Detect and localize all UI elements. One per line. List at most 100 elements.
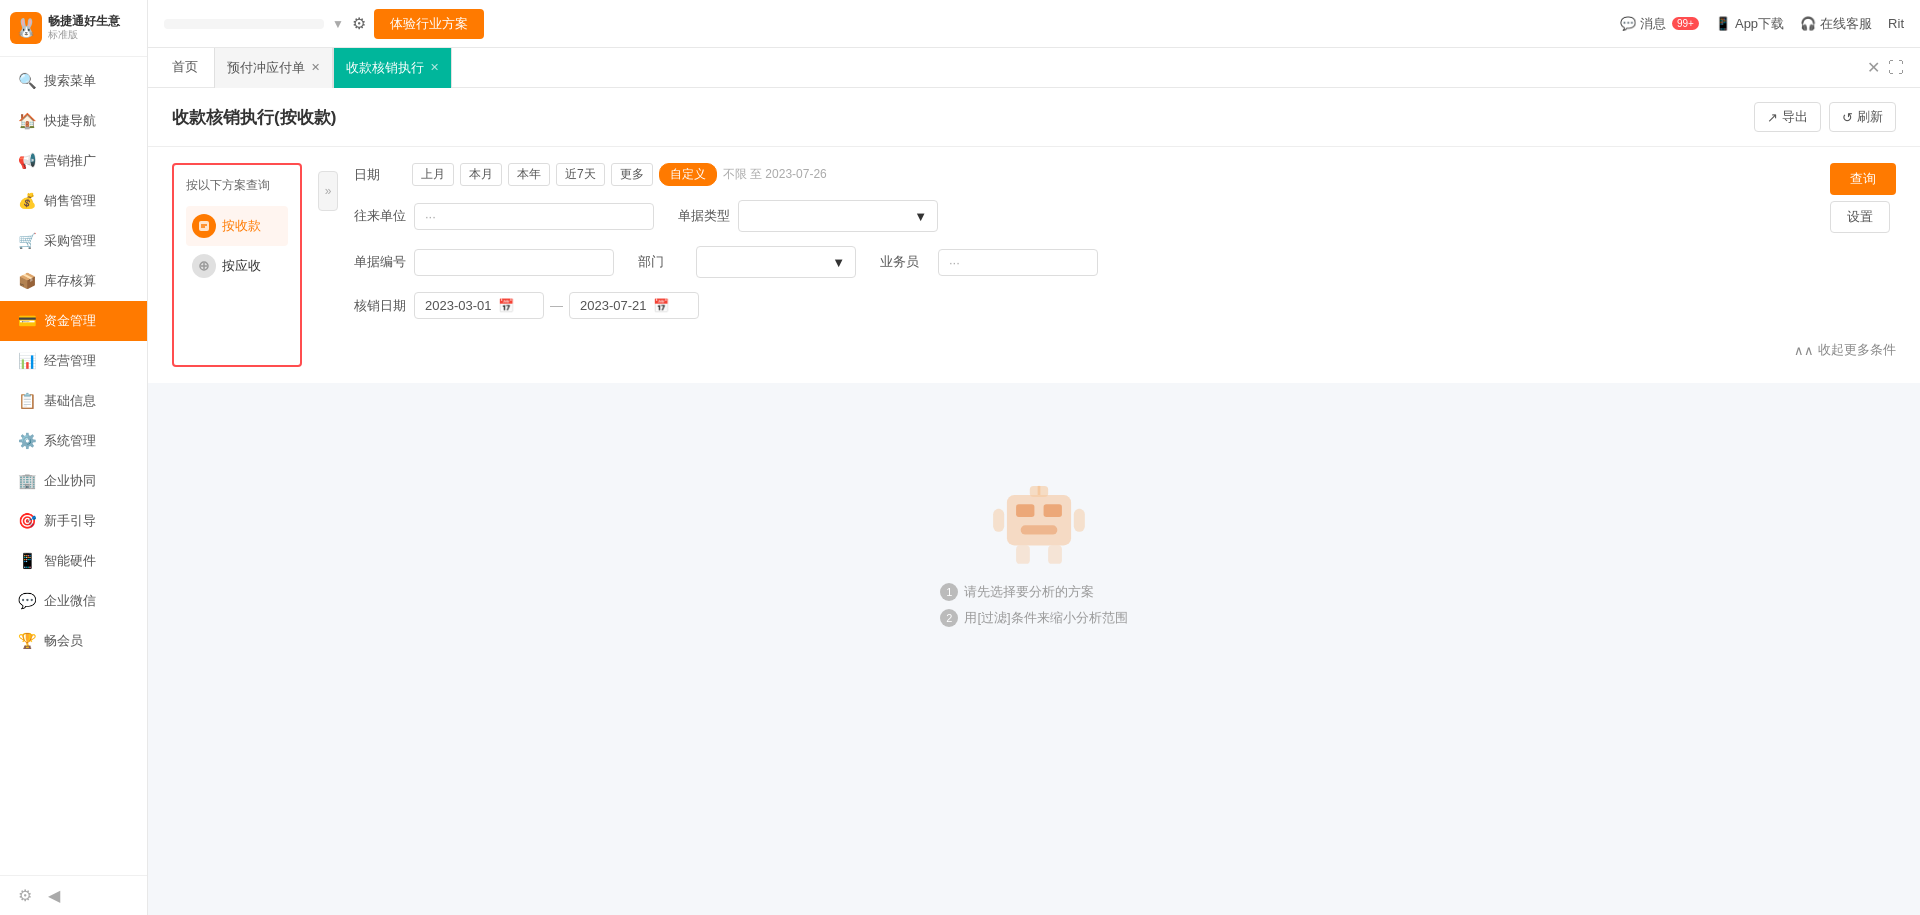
- sidebar-item-label: 经营管理: [44, 352, 96, 370]
- sidebar-item-label: 企业协同: [44, 472, 96, 490]
- filter-actions-right: 查询 设置: [1830, 163, 1896, 233]
- tab-expand-icon[interactable]: ⛶: [1888, 59, 1904, 77]
- user-avatar[interactable]: Rit: [1888, 16, 1904, 31]
- receivable-icon-circle: [192, 254, 216, 278]
- bill-type-label: 单据类型: [678, 207, 730, 225]
- filter-row-billno: 单据编号 部门 ▼ 业务员: [354, 246, 1814, 278]
- basic-icon: 📋: [18, 392, 36, 410]
- settings-icon[interactable]: ⚙: [18, 886, 32, 905]
- svg-rect-8: [1044, 504, 1062, 517]
- verify-date-start-input[interactable]: 2023-03-01 📅: [414, 292, 544, 319]
- empty-state: 1 请先选择要分析的方案 2 用[过滤]条件来缩小分析范围: [148, 383, 1920, 711]
- sidebar-item-inventory[interactable]: 📦 库存核算: [0, 261, 147, 301]
- sidebar-item-search-menu[interactable]: 🔍 搜索菜单: [0, 61, 147, 101]
- date-btn-this-year[interactable]: 本年: [508, 163, 550, 186]
- filter-by-receipt[interactable]: 按收款: [186, 206, 288, 246]
- tab-close-all-icon[interactable]: ✕: [1867, 58, 1880, 77]
- export-button[interactable]: ↗ 导出: [1754, 102, 1821, 132]
- collapse-sidebar-icon[interactable]: ◀: [48, 886, 60, 905]
- filter-field-counterpart: 往来单位 ···: [354, 203, 654, 230]
- bill-type-dropdown-icon: ▼: [914, 209, 927, 224]
- bill-no-input[interactable]: [414, 249, 614, 276]
- sidebar-item-label: 畅会员: [44, 632, 83, 650]
- app-download-button[interactable]: 📱 App下载: [1715, 15, 1784, 33]
- app-download-label: App下载: [1735, 15, 1784, 33]
- date-btn-more[interactable]: 更多: [611, 163, 653, 186]
- sidebar-item-member[interactable]: 🏆 畅会员: [0, 621, 147, 661]
- sidebar-item-finance[interactable]: 💳 资金管理: [0, 301, 147, 341]
- finance-icon: 💳: [18, 312, 36, 330]
- refresh-icon: ↺: [1842, 110, 1853, 125]
- topbar-search-placeholder[interactable]: [164, 19, 324, 29]
- svg-rect-7: [1016, 504, 1034, 517]
- sidebar-item-basic[interactable]: 📋 基础信息: [0, 381, 147, 421]
- tab-collection-close-icon[interactable]: ✕: [430, 61, 439, 74]
- industry-solution-button[interactable]: 体验行业方案: [374, 9, 484, 39]
- sidebar-item-quick-nav[interactable]: 🏠 快捷导航: [0, 101, 147, 141]
- filter-field-dept: 部门 ▼: [638, 246, 856, 278]
- logo-text: 畅捷通好生意 标准版: [48, 14, 120, 42]
- filter-field-staff: 业务员 ···: [880, 249, 1098, 276]
- sidebar-item-label: 营销推广: [44, 152, 96, 170]
- sidebar-item-system[interactable]: ⚙️ 系统管理: [0, 421, 147, 461]
- verify-date-end-input[interactable]: 2023-07-21 📅: [569, 292, 699, 319]
- sidebar-item-wechat[interactable]: 💬 企业微信: [0, 581, 147, 621]
- svg-rect-9: [1021, 525, 1058, 534]
- date-buttons: 上月 本月 本年 近7天 更多 自定义 不限 至 2023-07-26: [412, 163, 827, 186]
- logo-icon: 🐰: [10, 12, 42, 44]
- topbar: ▼ ⚙ 体验行业方案 💬 消息 99+ 📱 App下载 🎧 在线客服 Rit: [148, 0, 1920, 48]
- setting-button[interactable]: 设置: [1830, 201, 1890, 233]
- svg-rect-14: [1016, 546, 1030, 564]
- sidebar-item-label: 库存核算: [44, 272, 96, 290]
- filter-area: 按以下方案查询 按收款: [148, 147, 1920, 383]
- collapse-left-panel-button[interactable]: »: [318, 171, 338, 211]
- dept-select[interactable]: ▼: [696, 246, 856, 278]
- sidebar-logo: 🐰 畅捷通好生意 标准版: [0, 0, 147, 57]
- sidebar-bottom: ⚙ ◀: [0, 875, 147, 915]
- sidebar-item-sales[interactable]: 💰 销售管理: [0, 181, 147, 221]
- sidebar-item-purchase[interactable]: 🛒 采购管理: [0, 221, 147, 261]
- search-menu-icon: 🔍: [18, 72, 36, 90]
- counterpart-input[interactable]: ···: [414, 203, 654, 230]
- svg-rect-6: [1007, 495, 1071, 545]
- sidebar-item-guide[interactable]: 🎯 新手引导: [0, 501, 147, 541]
- sidebar-item-hardware[interactable]: 📱 智能硬件: [0, 541, 147, 581]
- message-badge: 99+: [1672, 17, 1699, 30]
- date-btn-last-month[interactable]: 上月: [412, 163, 454, 186]
- sidebar-item-enterprise[interactable]: 🏢 企业协同: [0, 461, 147, 501]
- online-service-button[interactable]: 🎧 在线客服: [1800, 15, 1872, 33]
- collapse-conditions-button[interactable]: ∧∧ 收起更多条件: [1794, 341, 1896, 359]
- staff-input[interactable]: ···: [938, 249, 1098, 276]
- user-name: Rit: [1888, 16, 1904, 31]
- sidebar-item-marketing[interactable]: 📢 营销推广: [0, 141, 147, 181]
- sidebar-item-label: 智能硬件: [44, 552, 96, 570]
- receipt-icon-circle: [192, 214, 216, 238]
- tab-prepay[interactable]: 预付冲应付单 ✕: [214, 48, 333, 88]
- member-icon: 🏆: [18, 632, 36, 650]
- topbar-settings-icon[interactable]: ⚙: [352, 14, 366, 33]
- filter-left-panel: 按以下方案查询 按收款: [172, 163, 302, 367]
- date-btn-7days[interactable]: 近7天: [556, 163, 605, 186]
- tab-collection[interactable]: 收款核销执行 ✕: [333, 48, 452, 88]
- sidebar-nav: 🔍 搜索菜单 🏠 快捷导航 📢 营销推广 💰 销售管理 🛒 采购管理 📦 库存核…: [0, 57, 147, 875]
- filter-by-receivable[interactable]: 按应收: [186, 246, 288, 286]
- date-btn-this-month[interactable]: 本月: [460, 163, 502, 186]
- hint-num-2: 2: [940, 609, 958, 627]
- filter-panel-title: 按以下方案查询: [186, 177, 288, 194]
- main-area: ▼ ⚙ 体验行业方案 💬 消息 99+ 📱 App下载 🎧 在线客服 Rit: [148, 0, 1920, 915]
- refresh-button[interactable]: ↺ 刷新: [1829, 102, 1896, 132]
- sidebar-item-operation[interactable]: 📊 经营管理: [0, 341, 147, 381]
- counterpart-label: 往来单位: [354, 207, 406, 225]
- tab-prepay-close-icon[interactable]: ✕: [311, 61, 320, 74]
- hint-num-1: 1: [940, 583, 958, 601]
- sidebar-item-label: 搜索菜单: [44, 72, 96, 90]
- bill-no-label: 单据编号: [354, 253, 406, 271]
- page-title: 收款核销执行(按收款): [172, 106, 336, 143]
- date-label: 日期: [354, 166, 404, 184]
- calendar-end-icon: 📅: [653, 298, 669, 313]
- bill-type-select[interactable]: ▼: [738, 200, 938, 232]
- query-button[interactable]: 查询: [1830, 163, 1896, 195]
- tab-home[interactable]: 首页: [156, 48, 214, 88]
- message-button[interactable]: 💬 消息 99+: [1620, 15, 1699, 33]
- date-btn-custom[interactable]: 自定义: [659, 163, 717, 186]
